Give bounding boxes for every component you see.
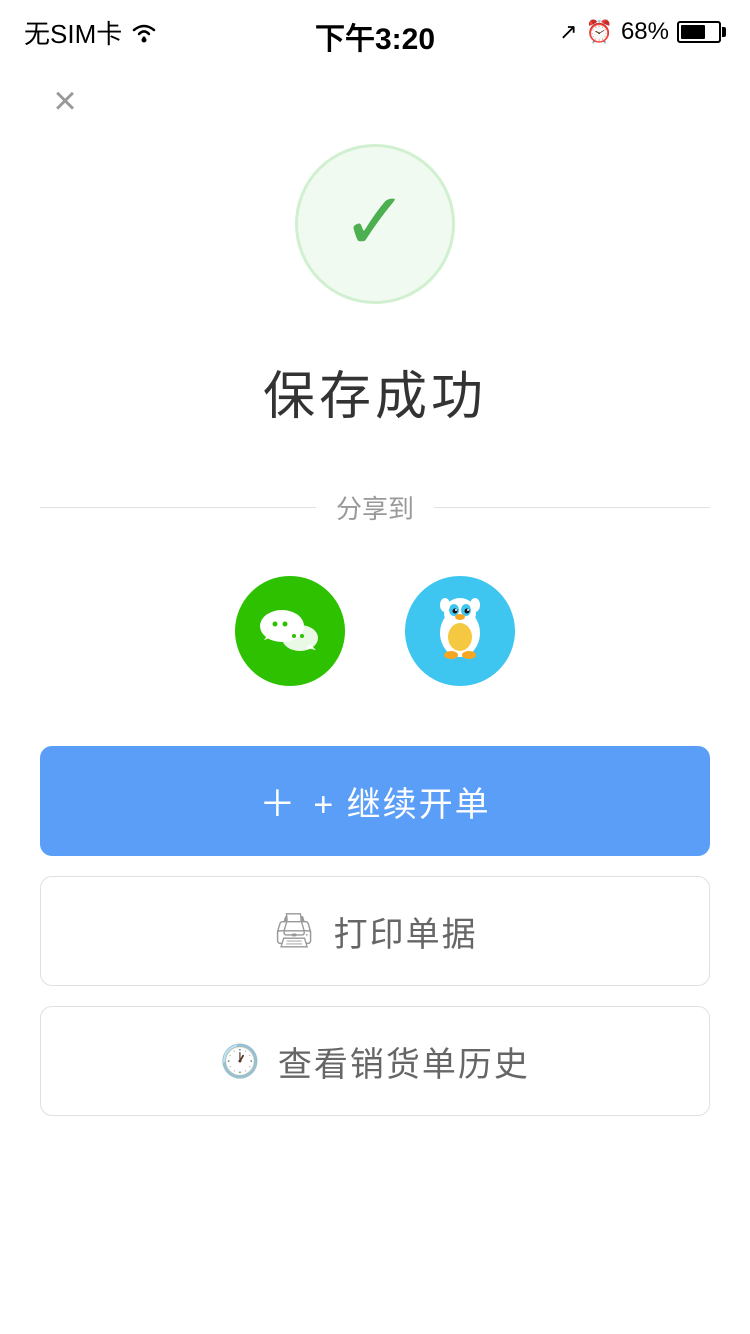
action-buttons: ＋ + 继续开单 🖨 打印单据 🕐 查看销货单历史	[0, 746, 750, 1116]
divider-line-left	[40, 507, 316, 508]
share-divider: 分享到	[40, 489, 710, 526]
wechat-share-button[interactable]	[235, 576, 345, 686]
print-icon: 🖨	[272, 911, 317, 951]
battery-percentage: 68%	[621, 18, 669, 46]
status-bar-left: 无SIM卡	[24, 14, 158, 51]
share-icons-row	[40, 576, 710, 686]
divider-line-right	[434, 507, 710, 508]
checkmark-icon: ✓	[341, 182, 408, 262]
wechat-icon	[256, 602, 324, 660]
location-icon: ↗	[559, 19, 577, 45]
print-label: 打印单据	[334, 907, 478, 956]
share-section: 分享到	[0, 489, 750, 696]
print-button[interactable]: 🖨 打印单据	[40, 876, 710, 986]
qq-share-button[interactable]	[405, 576, 515, 686]
wifi-icon	[130, 21, 158, 43]
history-button[interactable]: 🕐 查看销货单历史	[40, 1006, 710, 1116]
close-button[interactable]: ×	[40, 76, 90, 126]
carrier-text: 无SIM卡	[24, 14, 122, 51]
alarm-icon: ⏰	[586, 19, 613, 45]
continue-button[interactable]: ＋ + 继续开单	[40, 746, 710, 856]
success-circle: ✓	[295, 144, 455, 304]
close-icon: ×	[53, 81, 76, 121]
success-title: 保存成功	[263, 354, 487, 429]
history-icon: 🕐	[220, 1042, 262, 1080]
history-label: 查看销货单历史	[278, 1037, 530, 1086]
qq-icon	[427, 595, 493, 667]
main-content: ✓ 保存成功 分享到	[0, 64, 750, 1136]
status-bar: 无SIM卡 下午3:20 ↗ ⏰ 68%	[0, 0, 750, 64]
time-display: 下午3:20	[315, 14, 435, 58]
status-bar-right: ↗ ⏰ 68%	[559, 18, 726, 46]
continue-label: + 继续开单	[313, 777, 490, 826]
continue-icon: ＋	[259, 775, 297, 827]
share-label: 分享到	[336, 489, 414, 526]
battery-icon	[677, 21, 726, 43]
